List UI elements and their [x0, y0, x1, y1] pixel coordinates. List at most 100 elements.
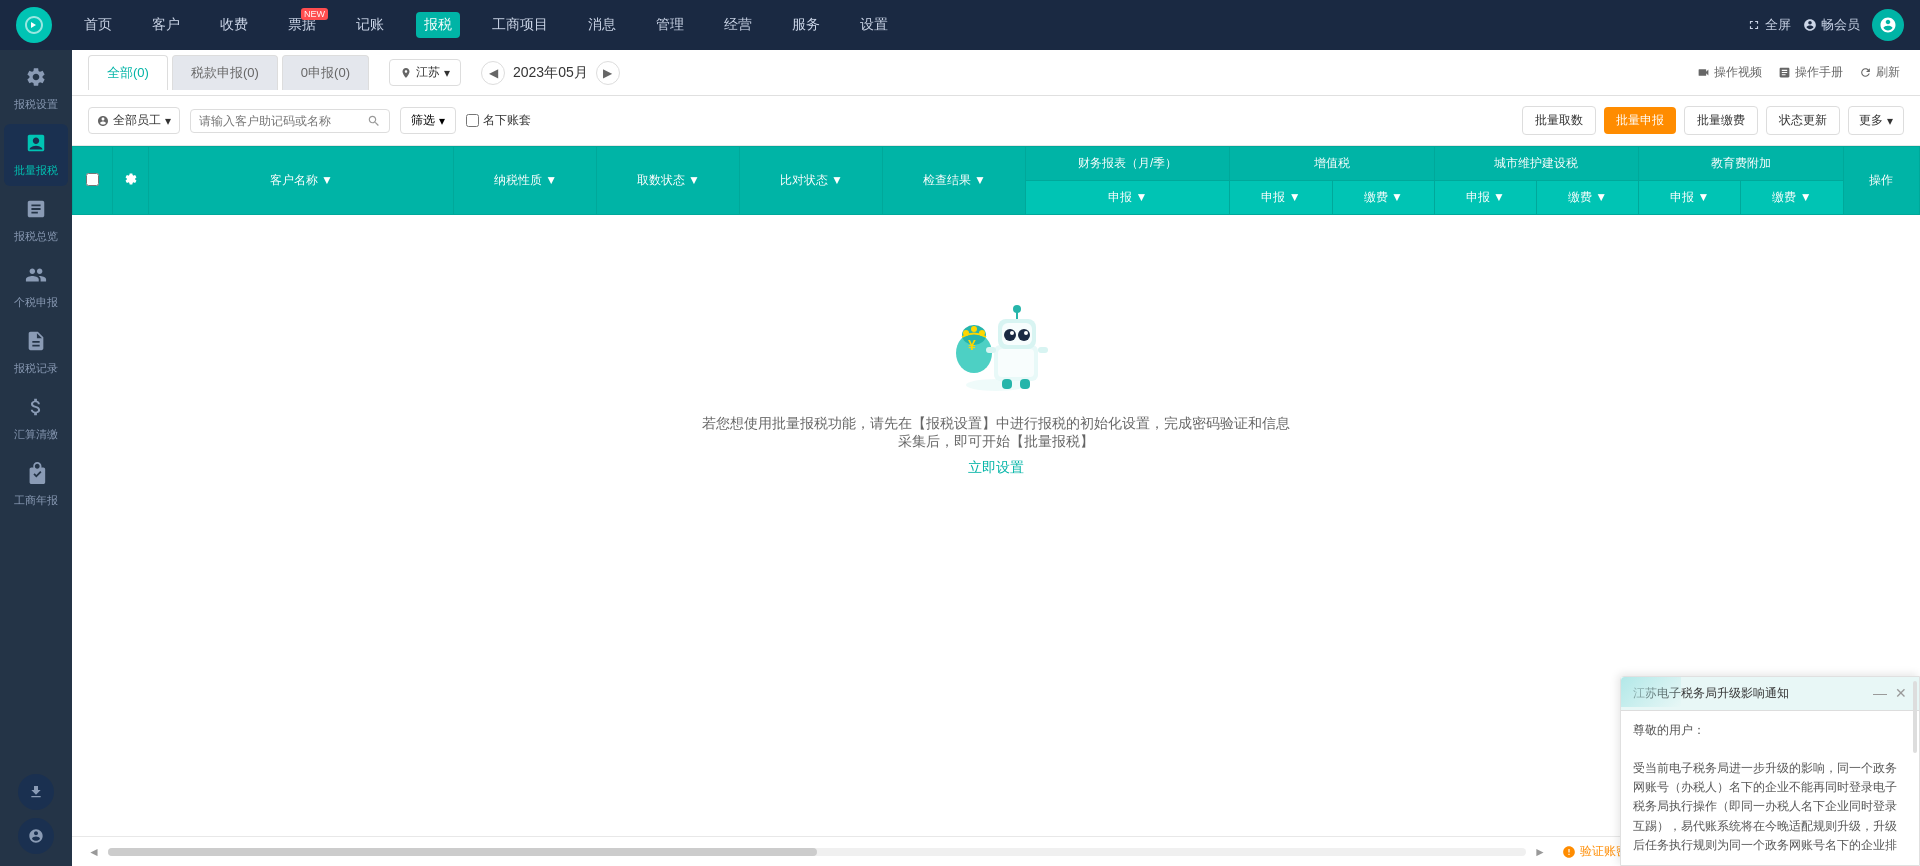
scroll-right-icon: ►: [1534, 845, 1546, 859]
more-button[interactable]: 更多 ▾: [1848, 106, 1904, 135]
sidebar: 报税设置 批量报税 报税总览 个税申报 报税记录: [0, 50, 72, 866]
svg-rect-17: [986, 347, 996, 353]
nav-message[interactable]: 消息: [580, 12, 624, 38]
nav-tax[interactable]: 报税: [416, 12, 460, 38]
operations-manual-link[interactable]: 操作手册: [1778, 64, 1843, 81]
header-customer-name[interactable]: 客户名称 ▼: [149, 147, 454, 215]
header-urban-declare[interactable]: 申报 ▼: [1434, 181, 1536, 215]
header-tax-type[interactable]: 纳税性质 ▼: [454, 147, 597, 215]
tab-zero-declare[interactable]: 0申报(0): [282, 55, 369, 90]
sidebar-item-tax-overview[interactable]: 报税总览: [4, 190, 68, 252]
refresh-button[interactable]: 刷新: [1859, 64, 1900, 81]
setup-link[interactable]: 立即设置: [968, 459, 1024, 477]
svg-point-12: [1018, 329, 1030, 341]
sidebar-item-batch-tax[interactable]: 批量报税: [4, 124, 68, 186]
app-logo: [16, 7, 52, 43]
sidebar-item-tax-settings[interactable]: 报税设置: [4, 58, 68, 120]
header-edu-declare[interactable]: 申报 ▼: [1639, 181, 1741, 215]
notification-minimize-button[interactable]: —: [1873, 685, 1887, 701]
search-input[interactable]: [199, 114, 367, 128]
region-label: 江苏: [416, 64, 440, 81]
status-update-button[interactable]: 状态更新: [1766, 106, 1840, 135]
header-vat-declare[interactable]: 申报 ▼: [1230, 181, 1332, 215]
download-icon-btn[interactable]: [18, 774, 54, 810]
search-box[interactable]: [190, 109, 390, 133]
top-nav-right: 全屏 畅会员: [1747, 9, 1904, 41]
toolbar-actions: 批量取数 批量申报 批量缴费 状态更新 更多 ▾: [1522, 106, 1904, 135]
month-next-button[interactable]: ▶: [596, 61, 620, 85]
new-badge: NEW: [301, 8, 328, 20]
user-avatar[interactable]: [1872, 9, 1904, 41]
empty-state-message: 若您想使用批量报税功能，请先在【报税设置】中进行报税的初始化设置，完成密码验证和…: [696, 415, 1296, 451]
month-display: 2023年05月: [513, 64, 588, 82]
svg-point-13: [1010, 331, 1014, 335]
horizontal-scrollbar[interactable]: [108, 848, 1526, 856]
notification-close-button[interactable]: ✕: [1895, 685, 1907, 701]
select-all-checkbox[interactable]: [86, 173, 99, 186]
svg-point-4: [963, 330, 969, 336]
sidebar-item-settlement[interactable]: 汇算清缴: [4, 388, 68, 450]
sidebar-item-annual-report[interactable]: 工商年报: [4, 454, 68, 516]
customer-name-label: 客户名称 ▼: [270, 173, 333, 187]
batch-declare-button[interactable]: 批量申报: [1604, 107, 1676, 134]
svg-point-16: [1013, 305, 1021, 313]
account-checkbox[interactable]: [466, 114, 479, 127]
sidebar-item-tax-records[interactable]: 报税记录: [4, 322, 68, 384]
nav-fee[interactable]: 收费: [212, 12, 256, 38]
account-checkbox-text: 名下账套: [483, 112, 531, 129]
nav-home[interactable]: 首页: [76, 12, 120, 38]
nav-service[interactable]: 服务: [784, 12, 828, 38]
header-urban-pay[interactable]: 缴费 ▼: [1536, 181, 1638, 215]
svg-rect-20: [1020, 379, 1030, 389]
month-prev-button[interactable]: ◀: [481, 61, 505, 85]
nav-settings[interactable]: 设置: [852, 12, 896, 38]
header-financial-declare[interactable]: 申报 ▼: [1026, 181, 1230, 215]
tab-all[interactable]: 全部(0): [88, 55, 168, 90]
empty-robot-image: ¥: [936, 275, 1056, 395]
region-selector[interactable]: 江苏 ▾: [389, 59, 461, 86]
empty-state: ¥: [73, 215, 1920, 537]
header-financial-report: 财务报表（月/季）: [1026, 147, 1230, 181]
account-checkbox-label[interactable]: 名下账套: [466, 112, 531, 129]
batch-pay-button[interactable]: 批量缴费: [1684, 106, 1758, 135]
filter-label: 筛选: [411, 112, 435, 129]
batch-tax-icon: [25, 132, 47, 159]
nav-bill[interactable]: 票据 NEW: [280, 12, 324, 38]
header-settings[interactable]: [113, 147, 149, 215]
header-education-surcharge: 教育费附加: [1639, 147, 1843, 181]
svg-point-5: [971, 326, 977, 332]
nav-customer[interactable]: 客户: [144, 12, 188, 38]
nav-manage[interactable]: 管理: [648, 12, 692, 38]
region-chevron-icon: ▾: [444, 66, 450, 80]
fullscreen-button[interactable]: 全屏: [1747, 16, 1791, 34]
nav-accounting[interactable]: 记账: [348, 12, 392, 38]
sidebar-label-tax-records: 报税记录: [14, 361, 58, 376]
filter-chevron-icon: ▾: [439, 114, 445, 128]
header-fetch-status[interactable]: 取数状态 ▼: [597, 147, 740, 215]
svg-rect-18: [1038, 347, 1048, 353]
svg-rect-19: [1002, 379, 1012, 389]
nav-business[interactable]: 工商项目: [484, 12, 556, 38]
header-vat-pay[interactable]: 缴费 ▼: [1332, 181, 1434, 215]
refresh-label: 刷新: [1876, 64, 1900, 81]
operations-video-link[interactable]: 操作视频: [1697, 64, 1762, 81]
top-navigation: 首页 客户 收费 票据 NEW 记账 报税 工商项目 消息 管理 经营 服务 设…: [0, 0, 1920, 50]
header-check-result[interactable]: 检查结果 ▼: [883, 147, 1026, 215]
operations-video-label: 操作视频: [1714, 64, 1762, 81]
notification-body: 尊敬的用户： 受当前电子税务局进一步升级的影响，同一个政务网账号（办税人）名下的…: [1621, 711, 1919, 865]
more-chevron-icon: ▾: [1887, 114, 1893, 128]
nav-operation[interactable]: 经营: [716, 12, 760, 38]
tax-records-icon: [25, 330, 47, 357]
batch-fetch-button[interactable]: 批量取数: [1522, 106, 1596, 135]
header-checkbox[interactable]: [73, 147, 113, 215]
toolbar: 全部员工 ▾ 筛选 ▾ 名下账套 批量取数 批量申报 批量缴费 状态更新: [72, 96, 1920, 146]
header-compare-status[interactable]: 比对状态 ▼: [740, 147, 883, 215]
member-button[interactable]: 畅会员: [1803, 16, 1860, 34]
sidebar-item-personal-tax[interactable]: 个税申报: [4, 256, 68, 318]
svg-point-14: [1024, 331, 1028, 335]
tab-tax-declare[interactable]: 税款申报(0): [172, 55, 278, 90]
employee-selector[interactable]: 全部员工 ▾: [88, 107, 180, 134]
user-icon-btn[interactable]: [18, 818, 54, 854]
header-edu-pay[interactable]: 缴费 ▼: [1741, 181, 1843, 215]
filter-button[interactable]: 筛选 ▾: [400, 107, 456, 134]
